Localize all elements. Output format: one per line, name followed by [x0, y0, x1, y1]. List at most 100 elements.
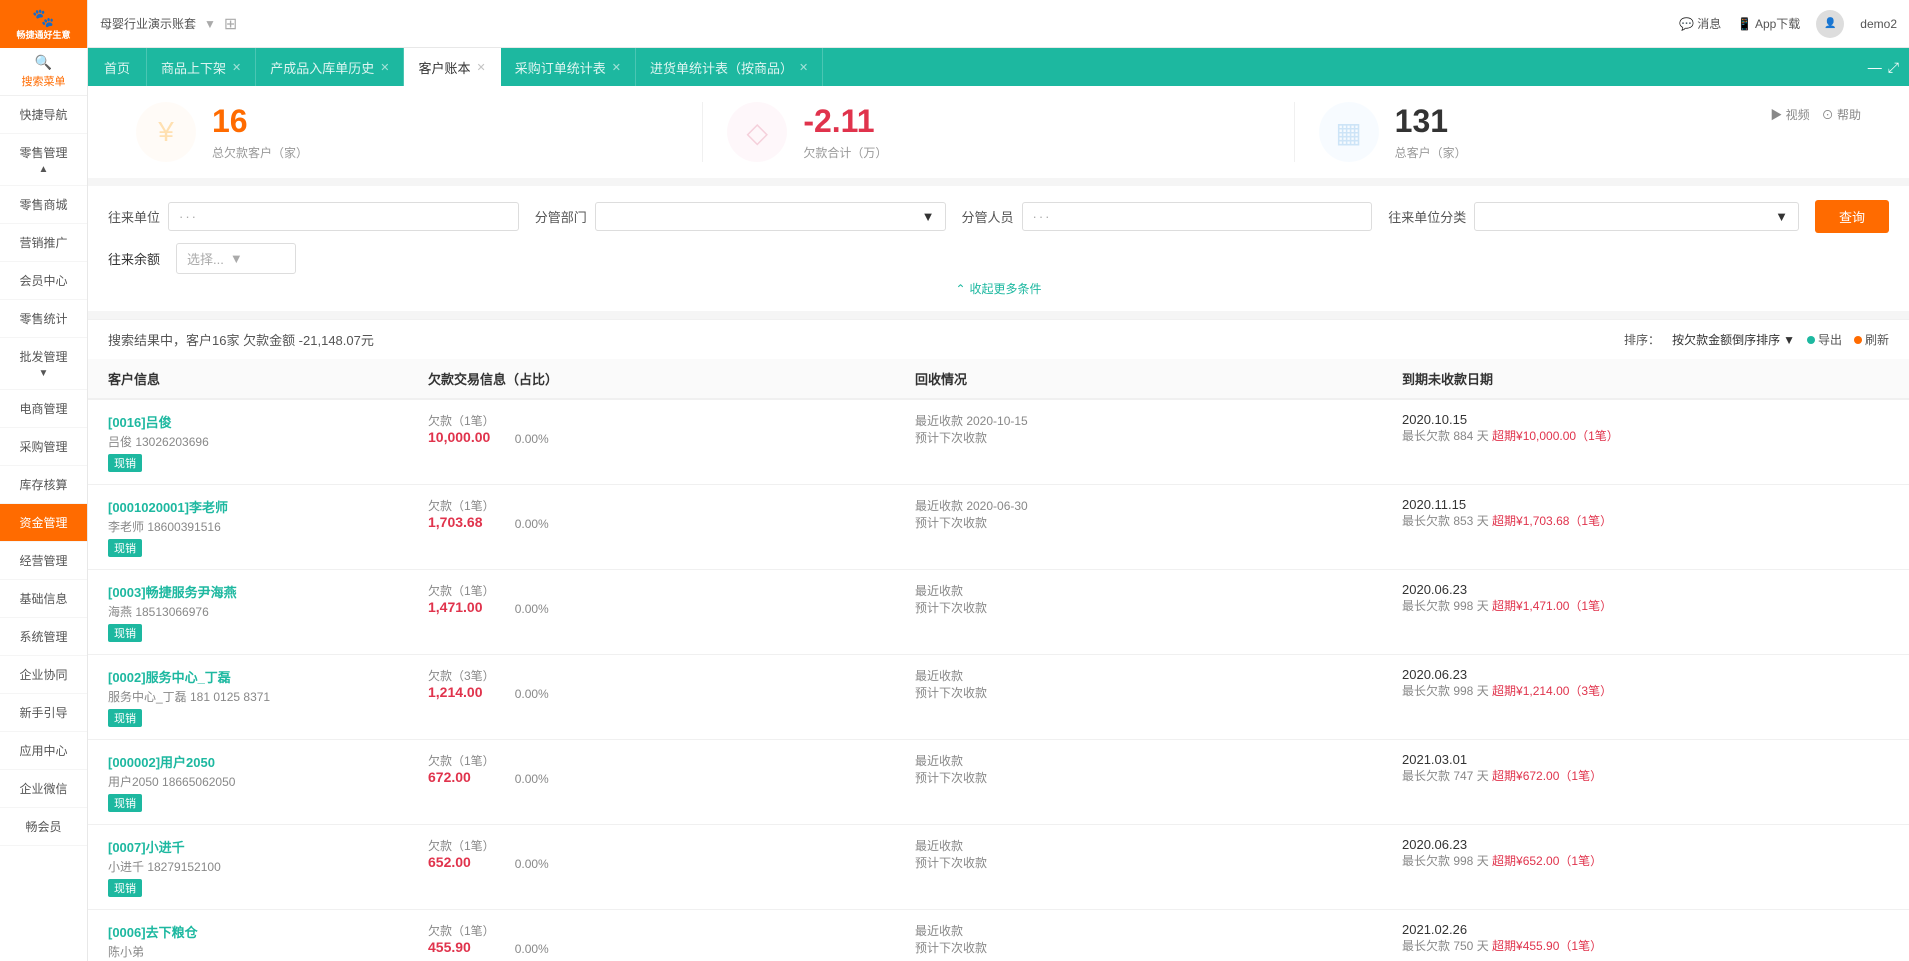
tab-close-icon[interactable]: ✕ [477, 61, 486, 74]
tab-purchase-order-stats[interactable]: 采购订单统计表 ✕ [501, 48, 636, 86]
stat-info-total: -2.11 欠款合计（万） [803, 103, 1269, 161]
sidebar-item-marketing[interactable]: 营销推广 [0, 224, 87, 262]
total-debt-label: 欠款合计（万） [803, 144, 1269, 161]
overdue-amount[interactable]: 超期¥1,214.00（3笔） [1492, 684, 1612, 698]
overdue-days: 最长欠款 998 天 超期¥652.00（1笔） [1402, 852, 1889, 869]
table-row: [0006]去下粮仓 陈小弟 现销 欠款（1笔） 455.90 0.00% 最近… [88, 910, 1909, 961]
refresh-icon [1854, 336, 1862, 344]
minimize-icon[interactable]: — [1868, 59, 1882, 75]
refresh-btn[interactable]: 刷新 [1854, 331, 1889, 348]
customer-info-cell: [0003]畅捷服务尹海燕 海燕 18513066976 现销 [108, 582, 428, 642]
collection-cell: 最近收款 预计下次收款 [915, 667, 1402, 727]
customer-contact: 陈小弟 [108, 943, 428, 960]
sidebar-item-inventory[interactable]: 库存核算 [0, 466, 87, 504]
sidebar-item-wholesale[interactable]: 批发管理 ▼ [0, 338, 87, 390]
overdue-amount[interactable]: 超期¥10,000.00（1笔） [1492, 429, 1619, 443]
customer-info-cell: [0007]小进千 小进千 18279152100 现销 [108, 837, 428, 897]
tab-close-icon[interactable]: ✕ [232, 61, 241, 74]
table-row: [0002]服务中心_丁磊 服务中心_丁磊 181 0125 8371 现销 欠… [88, 655, 1909, 740]
source-unit-input[interactable]: ··· [168, 202, 519, 231]
topbar-right: 💬 消息 📱 App下载 👤 demo2 [1679, 10, 1897, 38]
sidebar-item-search[interactable]: 🔍 搜索菜单 [0, 48, 87, 96]
customer-badge: 现销 [108, 454, 142, 472]
last-collect: 最近收款 [915, 922, 1402, 939]
table-header: 客户信息 欠款交易信息（占比） 回收情况 到期未收款日期 [88, 359, 1909, 400]
customer-name[interactable]: [0001020001]李老师 [108, 497, 428, 516]
tab-customer-ledger[interactable]: 客户账本 ✕ [404, 48, 500, 86]
export-btn[interactable]: 导出 [1807, 331, 1842, 348]
debt-customers-icon: ¥ [136, 102, 196, 162]
overdue-amount[interactable]: 超期¥1,471.00（1笔） [1492, 599, 1612, 613]
tab-product-listing[interactable]: 商品上下架 ✕ [147, 48, 256, 86]
chevron-up-icon: ⌃ [955, 282, 965, 296]
tab-close-icon[interactable]: ✕ [380, 61, 389, 74]
customer-name[interactable]: [0003]畅捷服务尹海燕 [108, 582, 428, 601]
total-customers-label: 总客户（家） [1395, 144, 1755, 161]
sidebar-item-app-center[interactable]: 应用中心 [0, 732, 87, 770]
dept-label: 分管部门 [535, 207, 587, 226]
overdue-amount[interactable]: 超期¥672.00（1笔） [1492, 769, 1602, 783]
stats-row: ¥ 16 总欠款客户（家） ◇ -2.11 欠款合计（万） ▦ 131 总客户（… [88, 86, 1909, 178]
avatar[interactable]: 👤 [1816, 10, 1844, 38]
sidebar-item-member[interactable]: 会员中心 [0, 262, 87, 300]
sidebar-item-beginner[interactable]: 新手引导 [0, 694, 87, 732]
sidebar-item-system[interactable]: 系统管理 [0, 618, 87, 656]
overdue-days: 最长欠款 998 天 超期¥1,471.00（1笔） [1402, 597, 1889, 614]
sidebar-item-member-plus[interactable]: 畅会员 [0, 808, 87, 846]
sidebar-item-quick-nav[interactable]: 快捷导航 [0, 96, 87, 134]
sidebar-item-ecommerce[interactable]: 电商管理 [0, 390, 87, 428]
sidebar-item-enterprise-wechat[interactable]: 企业微信 [0, 770, 87, 808]
total-debt-number: -2.11 [803, 103, 1269, 140]
person-label: 分管人员 [962, 207, 1014, 226]
query-button[interactable]: 查询 [1815, 200, 1889, 233]
sort-select[interactable]: 按欠款金额倒序排序 ▼ [1672, 331, 1795, 348]
dept-select[interactable]: ▼ [595, 202, 946, 231]
customer-info-cell: [0002]服务中心_丁磊 服务中心_丁磊 181 0125 8371 现销 [108, 667, 428, 727]
sidebar-item-finance[interactable]: 资金管理 [0, 504, 87, 542]
customer-name[interactable]: [0016]吕俊 [108, 412, 428, 431]
debt-amount: 672.00 [428, 769, 495, 785]
overdue-amount[interactable]: 超期¥652.00（1笔） [1492, 854, 1602, 868]
sidebar-item-enterprise-collab[interactable]: 企业协同 [0, 656, 87, 694]
tab-incoming-stats[interactable]: 进货单统计表（按商品） ✕ [636, 48, 823, 86]
sidebar-item-retail-mall[interactable]: 零售商城 [0, 186, 87, 224]
stat-info-debt: 16 总欠款客户（家） [212, 103, 678, 161]
app-download-btn[interactable]: 📱 App下载 [1737, 15, 1800, 32]
sidebar-item-operations[interactable]: 经营管理 [0, 542, 87, 580]
sidebar-item-retail-mgmt[interactable]: 零售管理 ▲ [0, 134, 87, 186]
customer-name[interactable]: [0007]小进千 [108, 837, 428, 856]
sidebar-item-retail-stats[interactable]: 零售统计 [0, 300, 87, 338]
export-icon [1807, 336, 1815, 344]
collection-cell: 最近收款 预计下次收款 [915, 582, 1402, 642]
overdue-amount[interactable]: 超期¥1,703.68（1笔） [1492, 514, 1612, 528]
collapse-filter-btn[interactable]: ⌃ 收起更多条件 [108, 280, 1889, 297]
unit-category-field: 往来单位分类 ▼ [1388, 202, 1799, 231]
unit-category-select[interactable]: ▼ [1474, 202, 1799, 231]
debt-count: 欠款（1笔） [428, 497, 495, 514]
tab-close-icon[interactable]: ✕ [612, 61, 621, 74]
customer-name[interactable]: [0006]去下粮仓 [108, 922, 428, 941]
sort-label: 排序： [1624, 331, 1660, 348]
tab-production-history[interactable]: 产成品入库单历史 ✕ [256, 48, 404, 86]
tab-home[interactable]: 首页 [88, 48, 147, 86]
customer-name[interactable]: [000002]用户2050 [108, 752, 428, 771]
message-btn[interactable]: 💬 消息 [1679, 15, 1721, 32]
customer-contact: 小进千 18279152100 [108, 858, 428, 875]
sidebar-item-purchase[interactable]: 采购管理 [0, 428, 87, 466]
person-input[interactable]: ··· [1022, 202, 1373, 231]
stat-info-customers: 131 总客户（家） [1395, 103, 1755, 161]
overdue-amount[interactable]: 超期¥455.90（1笔） [1492, 939, 1602, 953]
customer-badge: 现销 [108, 794, 142, 812]
video-help-btn[interactable]: ▶ 视频 [1770, 106, 1809, 123]
next-collect: 预计下次收款 [915, 684, 1402, 701]
help-btn[interactable]: ⊙ 帮助 [1822, 106, 1861, 123]
customer-name[interactable]: [0002]服务中心_丁磊 [108, 667, 428, 686]
customer-contact: 吕俊 13026203696 [108, 433, 428, 450]
balance-select[interactable]: 选择... ▼ [176, 243, 296, 274]
expand-icon: ⊞ [224, 14, 237, 34]
table-row: [0007]小进千 小进千 18279152100 现销 欠款（1笔） 652.… [88, 825, 1909, 910]
sidebar-item-basic-info[interactable]: 基础信息 [0, 580, 87, 618]
tab-close-icon[interactable]: ✕ [799, 61, 808, 74]
debt-amount: 455.90 [428, 939, 495, 955]
maximize-icon[interactable]: ⤢ [1888, 59, 1899, 76]
